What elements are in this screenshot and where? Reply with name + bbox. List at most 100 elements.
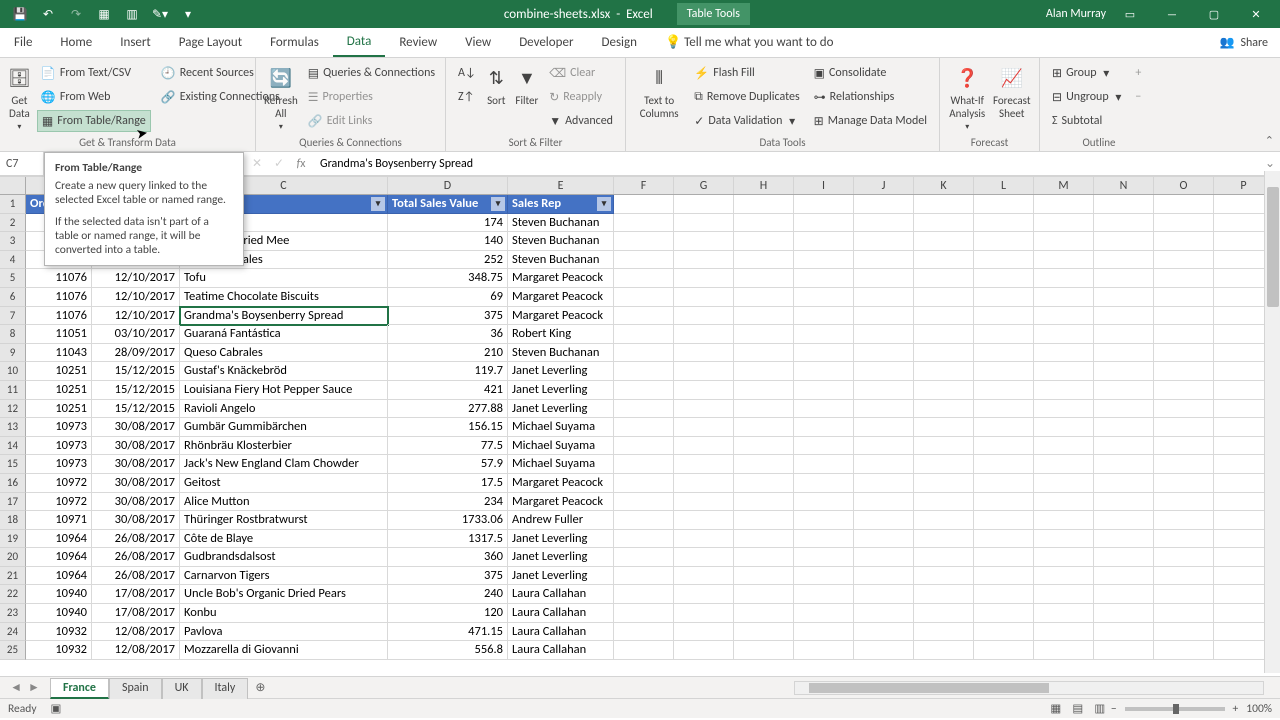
filter-dropdown-icon[interactable]: ▾ bbox=[491, 197, 505, 211]
cell[interactable] bbox=[854, 214, 914, 233]
cell[interactable]: 10251 bbox=[26, 362, 92, 381]
row-header[interactable]: 10 bbox=[0, 362, 26, 381]
cell[interactable]: 12/10/2017 bbox=[92, 307, 180, 326]
cell[interactable]: Janet Leverling bbox=[508, 548, 614, 567]
cell[interactable] bbox=[1094, 288, 1154, 307]
cell[interactable] bbox=[734, 585, 794, 604]
cell[interactable] bbox=[1094, 381, 1154, 400]
cell[interactable] bbox=[914, 437, 974, 456]
page-layout-view-icon[interactable]: ▤ bbox=[1067, 701, 1089, 716]
cell[interactable] bbox=[614, 214, 674, 233]
from-table-range-button[interactable]: ▦From Table/Range bbox=[37, 110, 151, 132]
cell[interactable] bbox=[1094, 474, 1154, 493]
cell[interactable]: 30/08/2017 bbox=[92, 474, 180, 493]
cell[interactable]: Laura Callahan bbox=[508, 623, 614, 642]
cell[interactable] bbox=[914, 511, 974, 530]
cell[interactable] bbox=[614, 641, 674, 660]
cell[interactable] bbox=[794, 474, 854, 493]
reapply-button[interactable]: ↻Reapply bbox=[545, 86, 617, 108]
cell[interactable] bbox=[914, 493, 974, 512]
cell[interactable] bbox=[1094, 232, 1154, 251]
cell[interactable]: Geitost bbox=[180, 474, 388, 493]
row-header[interactable]: 4 bbox=[0, 251, 26, 270]
cell[interactable] bbox=[614, 548, 674, 567]
cell[interactable] bbox=[1094, 548, 1154, 567]
cell[interactable] bbox=[974, 195, 1034, 214]
cell[interactable] bbox=[1154, 232, 1214, 251]
cell[interactable]: 174 bbox=[388, 214, 508, 233]
cell[interactable] bbox=[854, 325, 914, 344]
cell[interactable] bbox=[1094, 195, 1154, 214]
cell[interactable] bbox=[1034, 288, 1094, 307]
cell[interactable] bbox=[734, 455, 794, 474]
cell[interactable] bbox=[854, 641, 914, 660]
cell[interactable]: Janet Leverling bbox=[508, 530, 614, 549]
table-header-cell[interactable]: Total Sales Value▾ bbox=[388, 195, 508, 214]
cell[interactable] bbox=[1034, 437, 1094, 456]
cell[interactable] bbox=[1034, 548, 1094, 567]
row-header[interactable]: 24 bbox=[0, 623, 26, 642]
cell[interactable] bbox=[854, 437, 914, 456]
qat-customize-icon[interactable]: ▾ bbox=[176, 3, 200, 25]
cell[interactable] bbox=[734, 548, 794, 567]
cell[interactable] bbox=[1094, 400, 1154, 419]
cell[interactable] bbox=[1094, 325, 1154, 344]
enter-formula-icon[interactable]: ✓ bbox=[270, 156, 288, 171]
cell[interactable]: Steven Buchanan bbox=[508, 251, 614, 270]
cell[interactable] bbox=[1094, 307, 1154, 326]
cell[interactable]: Mozzarella di Giovanni bbox=[180, 641, 388, 660]
cancel-formula-icon[interactable]: ✕ bbox=[248, 156, 266, 171]
cell[interactable] bbox=[794, 455, 854, 474]
cell[interactable] bbox=[674, 455, 734, 474]
cell[interactable] bbox=[734, 381, 794, 400]
cell[interactable] bbox=[974, 418, 1034, 437]
relationships-button[interactable]: ⊶Relationships bbox=[810, 86, 931, 108]
expand-formula-bar-icon[interactable]: ⌄ bbox=[1260, 156, 1280, 171]
cell[interactable]: Tofu bbox=[180, 269, 388, 288]
qat-chart-icon[interactable]: ▥ bbox=[120, 3, 144, 25]
tab-developer[interactable]: Developer bbox=[505, 28, 587, 57]
from-text-button[interactable]: 📄From Text/CSV bbox=[37, 62, 151, 84]
cell[interactable] bbox=[854, 623, 914, 642]
cell[interactable] bbox=[914, 418, 974, 437]
cell[interactable]: 375 bbox=[388, 307, 508, 326]
row-header[interactable]: 2 bbox=[0, 214, 26, 233]
column-header[interactable]: H bbox=[734, 177, 794, 194]
cell[interactable]: Teatime Chocolate Biscuits bbox=[180, 288, 388, 307]
cell[interactable]: 119.7 bbox=[388, 362, 508, 381]
cell[interactable]: 69 bbox=[388, 288, 508, 307]
close-icon[interactable]: ✕ bbox=[1238, 0, 1274, 28]
cell[interactable] bbox=[734, 232, 794, 251]
cell[interactable]: Steven Buchanan bbox=[508, 344, 614, 363]
tell-me[interactable]: 💡 Tell me what you want to do bbox=[651, 28, 847, 57]
cell[interactable] bbox=[1034, 474, 1094, 493]
cell[interactable] bbox=[914, 567, 974, 586]
cell[interactable] bbox=[1034, 585, 1094, 604]
cell[interactable] bbox=[734, 474, 794, 493]
cell[interactable] bbox=[1034, 362, 1094, 381]
cell[interactable] bbox=[1094, 530, 1154, 549]
cell[interactable] bbox=[1034, 381, 1094, 400]
cell[interactable] bbox=[854, 511, 914, 530]
cell[interactable] bbox=[794, 269, 854, 288]
column-header[interactable]: I bbox=[794, 177, 854, 194]
cell[interactable]: 252 bbox=[388, 251, 508, 270]
cell[interactable] bbox=[914, 195, 974, 214]
tab-design[interactable]: Design bbox=[587, 28, 650, 57]
cell[interactable] bbox=[614, 381, 674, 400]
cell[interactable]: Pavlova bbox=[180, 623, 388, 642]
cell[interactable]: 30/08/2017 bbox=[92, 437, 180, 456]
cell[interactable] bbox=[1154, 418, 1214, 437]
cell[interactable]: Laura Callahan bbox=[508, 604, 614, 623]
cell[interactable] bbox=[854, 269, 914, 288]
cell[interactable]: Margaret Peacock bbox=[508, 493, 614, 512]
sort-asc-button[interactable]: A↓ bbox=[454, 62, 478, 84]
row-header[interactable]: 5 bbox=[0, 269, 26, 288]
cell[interactable] bbox=[854, 548, 914, 567]
cell[interactable] bbox=[1034, 344, 1094, 363]
row-header[interactable]: 20 bbox=[0, 548, 26, 567]
cell[interactable]: 360 bbox=[388, 548, 508, 567]
cell[interactable]: 17/08/2017 bbox=[92, 585, 180, 604]
cell[interactable] bbox=[614, 307, 674, 326]
cell[interactable]: 12/10/2017 bbox=[92, 288, 180, 307]
